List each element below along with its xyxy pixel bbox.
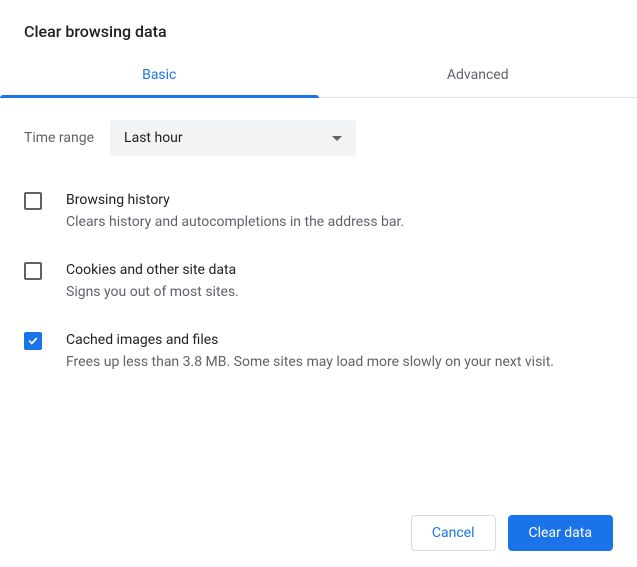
time-range-row: Time range Last hour: [0, 98, 637, 164]
checkbox-browsing-history[interactable]: [24, 192, 42, 210]
checkbox-cached[interactable]: [24, 332, 42, 350]
tab-advanced[interactable]: Advanced: [319, 55, 637, 97]
options-list: Browsing history Clears history and auto…: [0, 164, 637, 386]
option-cached: Cached images and files Frees up less th…: [24, 316, 613, 386]
option-cookies: Cookies and other site data Signs you ou…: [24, 246, 613, 316]
time-range-label: Time range: [24, 130, 94, 146]
time-range-selected: Last hour: [124, 130, 183, 146]
tabs: Basic Advanced: [0, 55, 637, 98]
option-browsing-history: Browsing history Clears history and auto…: [24, 176, 613, 246]
option-title: Cached images and files: [66, 330, 613, 350]
option-desc: Frees up less than 3.8 MB. Some sites ma…: [66, 352, 613, 372]
option-text: Browsing history Clears history and auto…: [66, 190, 613, 232]
tab-basic[interactable]: Basic: [0, 55, 319, 97]
chevron-down-icon: [332, 136, 342, 141]
option-desc: Signs you out of most sites.: [66, 282, 613, 302]
dialog-actions: Cancel Clear data: [411, 515, 613, 551]
checkmark-icon: [27, 336, 39, 346]
option-desc: Clears history and autocompletions in th…: [66, 212, 613, 232]
option-text: Cookies and other site data Signs you ou…: [66, 260, 613, 302]
option-title: Cookies and other site data: [66, 260, 613, 280]
option-text: Cached images and files Frees up less th…: [66, 330, 613, 372]
option-title: Browsing history: [66, 190, 613, 210]
time-range-select[interactable]: Last hour: [110, 120, 356, 156]
clear-data-button[interactable]: Clear data: [508, 515, 613, 551]
checkbox-cookies[interactable]: [24, 262, 42, 280]
dialog-title: Clear browsing data: [0, 0, 637, 55]
cancel-button[interactable]: Cancel: [411, 515, 496, 551]
